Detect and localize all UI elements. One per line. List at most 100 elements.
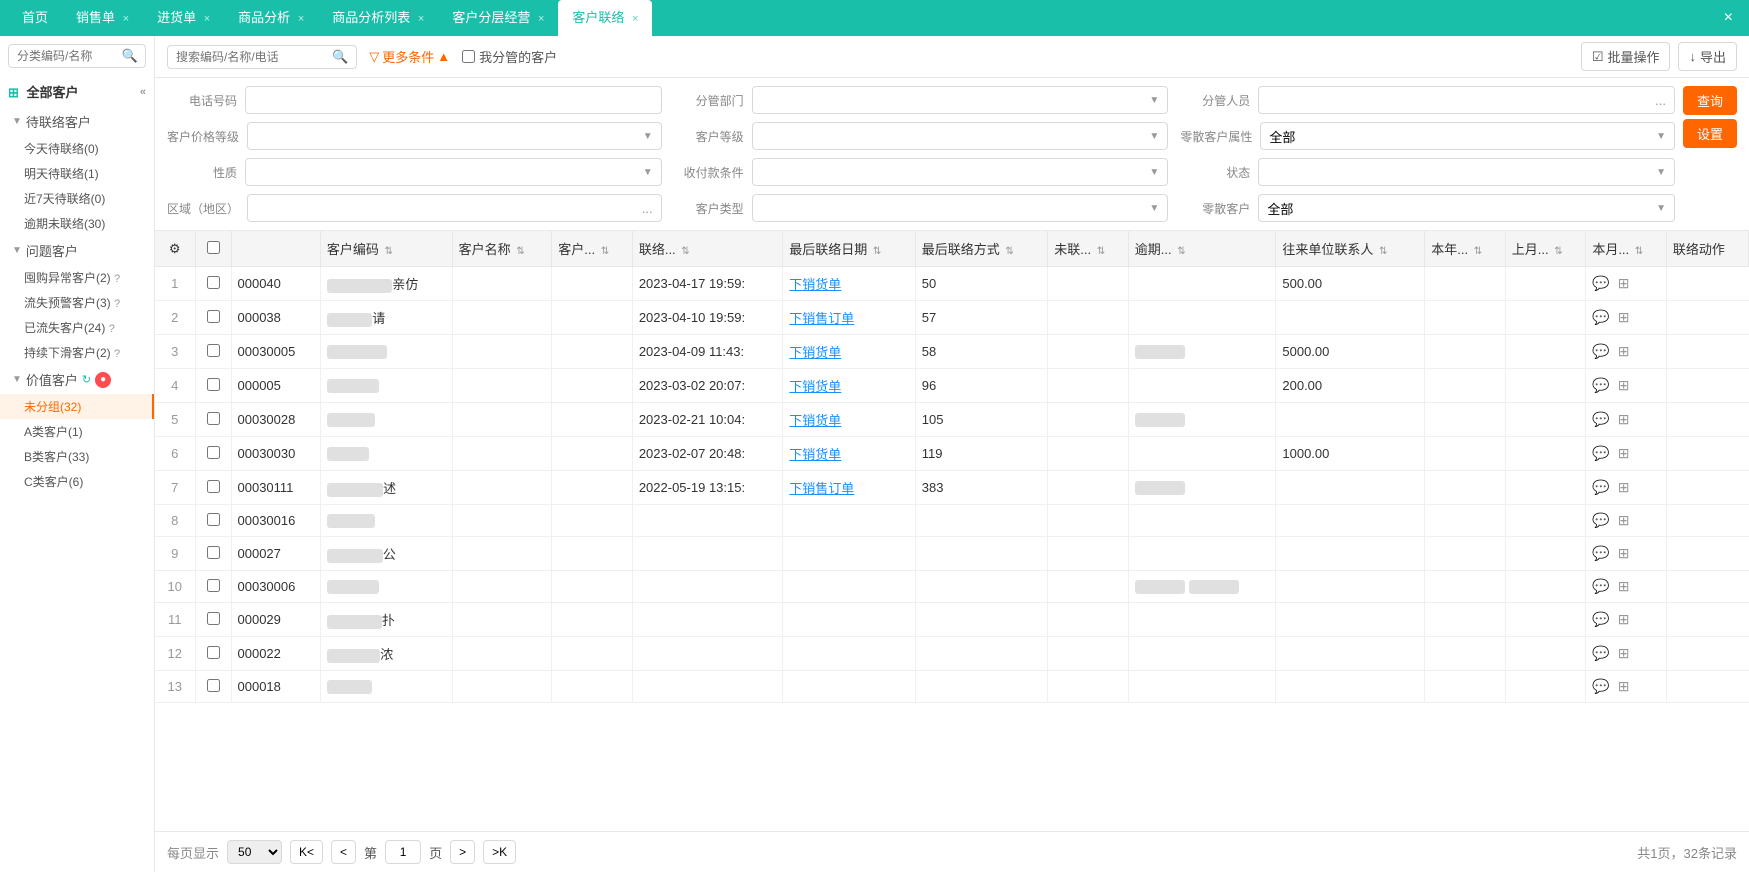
- contact-person-col-header[interactable]: 往来单位联系人 ⇅: [1276, 231, 1425, 267]
- my-customers-checkbox[interactable]: 我分管的客户: [462, 47, 557, 66]
- sidebar-overdue-contact[interactable]: 逾期未联络(30): [0, 211, 154, 236]
- grid-action-icon[interactable]: ⊞: [1618, 411, 1630, 428]
- status-select[interactable]: ▼: [1258, 158, 1675, 186]
- close-sales-tab[interactable]: ×: [123, 13, 129, 25]
- sidebar-class-c[interactable]: C类客户(6): [0, 469, 154, 494]
- first-page-button[interactable]: K<: [290, 840, 323, 864]
- grid-action-icon[interactable]: ⊞: [1618, 645, 1630, 662]
- contact-method-link[interactable]: 下销售订单: [789, 481, 854, 496]
- query-button[interactable]: 查询: [1683, 86, 1737, 115]
- row-checkbox[interactable]: [207, 579, 220, 592]
- row-checkbox[interactable]: [207, 412, 220, 425]
- nav-purchase[interactable]: 进货单 ×: [143, 0, 224, 36]
- price-level-select[interactable]: ▼: [247, 122, 662, 150]
- payment-select[interactable]: ▼: [752, 158, 1169, 186]
- pending-contact-group[interactable]: ▼ 待联络客户: [0, 107, 154, 136]
- customer-level-select[interactable]: ▼: [752, 122, 1169, 150]
- contact-method-link[interactable]: 下销货单: [789, 345, 841, 360]
- my-customers-check[interactable]: [462, 50, 475, 63]
- sidebar-today-pending[interactable]: 今天待联络(0): [0, 136, 154, 161]
- contact-method-link[interactable]: 下销售订单: [789, 311, 854, 326]
- row-checkbox[interactable]: [207, 646, 220, 659]
- page-size-select[interactable]: 50 20 100: [227, 840, 282, 864]
- nav-customer-stratified[interactable]: 客户分层经营 ×: [438, 0, 558, 36]
- message-action-icon[interactable]: 💬: [1592, 545, 1609, 562]
- close-purchase-tab[interactable]: ×: [204, 13, 210, 25]
- checkbox-col-header[interactable]: [195, 231, 231, 267]
- next-page-button[interactable]: >: [450, 840, 475, 864]
- sidebar-unassigned-group[interactable]: 未分组(32): [0, 394, 154, 419]
- message-action-icon[interactable]: 💬: [1592, 479, 1609, 496]
- message-action-icon[interactable]: 💬: [1592, 512, 1609, 529]
- grid-action-icon[interactable]: ⊞: [1618, 611, 1630, 628]
- nav-sales[interactable]: 销售单 ×: [62, 0, 143, 36]
- problem-customer-group[interactable]: ▼ 问题客户: [0, 236, 154, 265]
- no-contact-days-col-header[interactable]: 未联... ⇅: [1048, 231, 1129, 267]
- close-window-button[interactable]: ×: [1716, 9, 1741, 27]
- row-checkbox[interactable]: [207, 276, 220, 289]
- all-customers-header[interactable]: ⊞ 全部客户 «: [0, 76, 154, 107]
- page-number-input[interactable]: [385, 840, 421, 864]
- collapse-icon[interactable]: «: [140, 86, 146, 98]
- sidebar-7days-pending[interactable]: 近7天待联络(0): [0, 186, 154, 211]
- message-action-icon[interactable]: 💬: [1592, 445, 1609, 462]
- last-page-button[interactable]: >K: [483, 840, 516, 864]
- grid-action-icon[interactable]: ⊞: [1618, 479, 1630, 496]
- grid-action-icon[interactable]: ⊞: [1618, 377, 1630, 394]
- row-checkbox[interactable]: [207, 612, 220, 625]
- grid-action-icon[interactable]: ⊞: [1618, 512, 1630, 529]
- contact-method-link[interactable]: 下销货单: [789, 413, 841, 428]
- row-checkbox[interactable]: [207, 546, 220, 559]
- row-checkbox[interactable]: [207, 480, 220, 493]
- prev-page-button[interactable]: <: [331, 840, 356, 864]
- sidebar-tomorrow-pending[interactable]: 明天待联络(1): [0, 161, 154, 186]
- contact-col-header[interactable]: 联络... ⇅: [632, 231, 782, 267]
- message-action-icon[interactable]: 💬: [1592, 275, 1609, 292]
- batch-operation-button[interactable]: ☑ 批量操作: [1581, 42, 1671, 71]
- grid-action-icon[interactable]: ⊞: [1618, 578, 1630, 595]
- message-action-icon[interactable]: 💬: [1592, 377, 1609, 394]
- sidebar-declining[interactable]: 持续下滑客户(2) ?: [0, 340, 154, 365]
- region-select[interactable]: ...: [247, 194, 662, 222]
- contact-method-link[interactable]: 下销货单: [789, 447, 841, 462]
- message-action-icon[interactable]: 💬: [1592, 343, 1609, 360]
- customer-code-col-header[interactable]: 客户编码 ⇅: [320, 231, 452, 267]
- close-customer-stratified-tab[interactable]: ×: [538, 13, 544, 25]
- contact-method-link[interactable]: 下销货单: [789, 379, 841, 394]
- sidebar-churn-warning[interactable]: 流失预警客户(3) ?: [0, 290, 154, 315]
- scatter-customer-select[interactable]: 全部 ▼: [1258, 194, 1675, 222]
- row-checkbox[interactable]: [207, 310, 220, 323]
- grid-action-icon[interactable]: ⊞: [1618, 445, 1630, 462]
- phone-input[interactable]: [245, 86, 662, 114]
- close-product-analysis-list-tab[interactable]: ×: [418, 13, 424, 25]
- last-month-col-header[interactable]: 上月... ⇅: [1505, 231, 1586, 267]
- row-checkbox[interactable]: [207, 378, 220, 391]
- nav-home[interactable]: 首页: [8, 0, 62, 36]
- grid-action-icon[interactable]: ⊞: [1618, 309, 1630, 326]
- last-contact-method-col-header[interactable]: 最后联络方式 ⇅: [915, 231, 1047, 267]
- export-button[interactable]: ↓ 导出: [1678, 42, 1737, 71]
- contact-method-link[interactable]: 下销货单: [789, 277, 841, 292]
- close-product-analysis-tab[interactable]: ×: [298, 13, 304, 25]
- row-checkbox[interactable]: [207, 446, 220, 459]
- customer-name-col-header[interactable]: 客户名称 ⇅: [452, 231, 552, 267]
- row-checkbox[interactable]: [207, 344, 220, 357]
- message-action-icon[interactable]: 💬: [1592, 611, 1609, 628]
- grid-action-icon[interactable]: ⊞: [1618, 343, 1630, 360]
- select-all-checkbox[interactable]: [207, 241, 220, 254]
- nature-select[interactable]: ▼: [245, 158, 662, 186]
- this-month-col-header[interactable]: 本月... ⇅: [1586, 231, 1667, 267]
- value-customer-refresh-icon[interactable]: ↻: [82, 373, 91, 386]
- overdue-col-header[interactable]: 逾期... ⇅: [1128, 231, 1276, 267]
- nav-product-analysis[interactable]: 商品分析 ×: [224, 0, 318, 36]
- grid-action-icon[interactable]: ⊞: [1618, 678, 1630, 695]
- message-action-icon[interactable]: 💬: [1592, 678, 1609, 695]
- close-customer-contact-tab[interactable]: ×: [632, 13, 638, 25]
- scatter-attr-select[interactable]: 全部 ▼: [1260, 122, 1675, 150]
- sidebar-class-a[interactable]: A类客户(1): [0, 419, 154, 444]
- customer-type-select[interactable]: ▼: [752, 194, 1169, 222]
- nav-product-analysis-list[interactable]: 商品分析列表 ×: [318, 0, 438, 36]
- person-select[interactable]: ...: [1258, 86, 1675, 114]
- last-contact-date-col-header[interactable]: 最后联络日期 ⇅: [783, 231, 915, 267]
- message-action-icon[interactable]: 💬: [1592, 645, 1609, 662]
